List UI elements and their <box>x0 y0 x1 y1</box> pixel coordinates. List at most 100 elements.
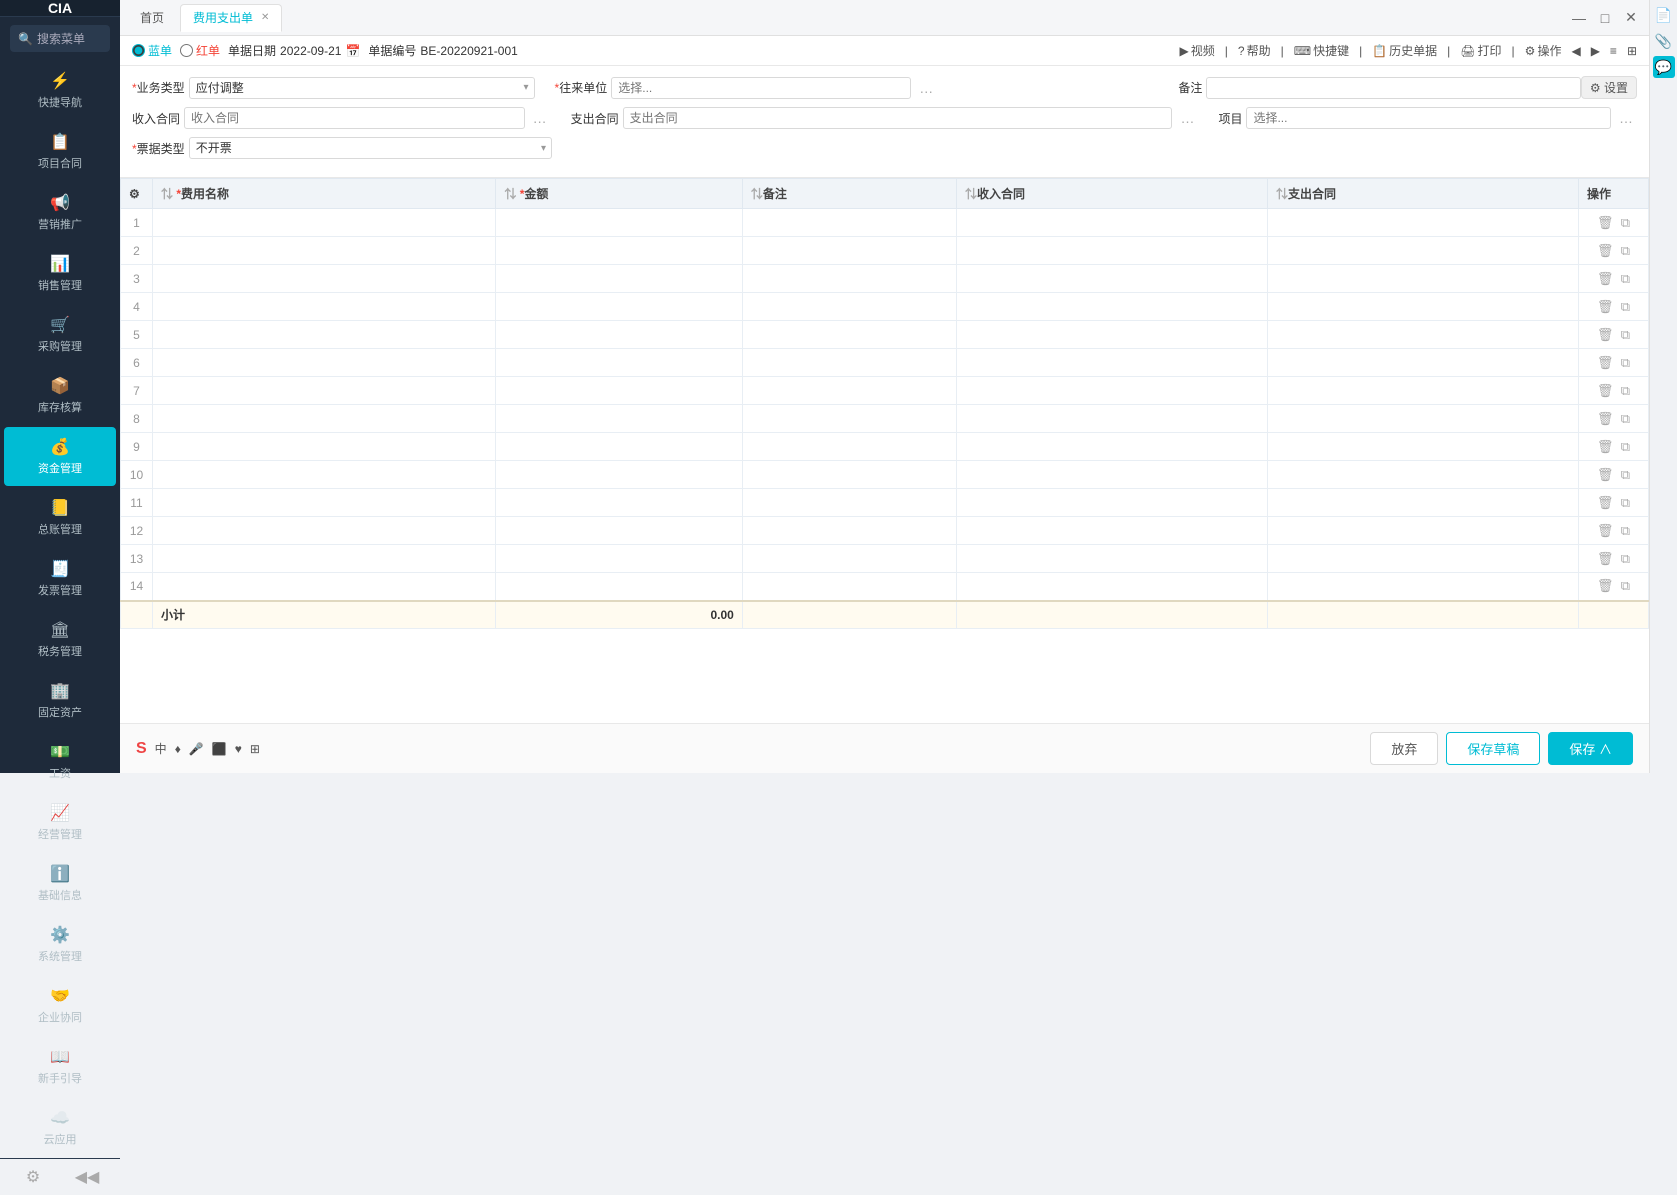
note-cell[interactable] <box>742 293 956 321</box>
amount-cell[interactable] <box>496 405 742 433</box>
note-cell[interactable] <box>742 489 956 517</box>
calendar-icon[interactable]: 📅 <box>345 44 360 58</box>
copy-row-btn[interactable]: ⧉ <box>1619 383 1632 399</box>
expense-name-cell[interactable] <box>153 265 496 293</box>
delete-row-btn[interactable]: 🗑 <box>1595 523 1616 539</box>
copy-row-btn[interactable]: ⧉ <box>1619 327 1632 343</box>
tool-diamond-btn[interactable]: ♦ <box>175 742 181 756</box>
tool-heart-btn[interactable]: ♥ <box>235 742 242 756</box>
invoice-type-select[interactable]: 不开票 <box>189 137 552 159</box>
edge-attach-btn[interactable]: 📎 <box>1653 30 1675 52</box>
income-contract-cell[interactable] <box>956 545 1267 573</box>
note-cell[interactable] <box>742 349 956 377</box>
note-input[interactable] <box>1206 77 1581 99</box>
income-contract-cell[interactable] <box>956 573 1267 601</box>
delete-row-btn[interactable]: 🗑 <box>1595 467 1616 483</box>
income-contract-cell[interactable] <box>956 517 1267 545</box>
income-contract-input[interactable] <box>184 107 525 129</box>
amount-cell[interactable] <box>496 321 742 349</box>
income-contract-cell[interactable] <box>956 209 1267 237</box>
amount-cell[interactable] <box>496 573 742 601</box>
expense-contract-cell[interactable] <box>1267 209 1578 237</box>
radio-red[interactable] <box>180 44 193 57</box>
project-dots-btn[interactable]: … <box>1615 110 1637 126</box>
copy-row-btn[interactable]: ⧉ <box>1619 243 1632 259</box>
sidebar-item-basic-info[interactable]: ℹ️ 基础信息 <box>4 854 116 913</box>
window-close-button[interactable]: ✕ <box>1621 8 1641 28</box>
amount-cell[interactable] <box>496 545 742 573</box>
delete-row-btn[interactable]: 🗑 <box>1595 383 1616 399</box>
sidebar-item-tax[interactable]: 🏛 税务管理 <box>4 610 116 669</box>
sidebar-item-fixed-assets[interactable]: 🏢 固定资产 <box>4 671 116 730</box>
income-contract-cell[interactable] <box>956 461 1267 489</box>
sidebar-item-quick-nav[interactable]: ⚡ 快捷导航 <box>4 61 116 120</box>
delete-row-btn[interactable]: 🗑 <box>1595 355 1616 371</box>
expense-name-cell[interactable] <box>153 405 496 433</box>
expense-name-cell[interactable] <box>153 461 496 489</box>
project-input[interactable] <box>1246 107 1611 129</box>
shortcut-btn[interactable]: ⌨ 快捷键 <box>1294 42 1349 59</box>
delete-row-btn[interactable]: 🗑 <box>1595 551 1616 567</box>
help-btn[interactable]: ? 帮助 <box>1238 42 1271 59</box>
settings-button[interactable]: ⚙ 设置 <box>1581 76 1637 99</box>
amount-cell[interactable] <box>496 349 742 377</box>
expense-contract-cell[interactable] <box>1267 545 1578 573</box>
note-cell[interactable] <box>742 237 956 265</box>
income-contract-cell[interactable] <box>956 293 1267 321</box>
note-cell[interactable] <box>742 265 956 293</box>
save-button[interactable]: 保存 ∧ <box>1548 732 1633 765</box>
amount-cell[interactable] <box>496 293 742 321</box>
sidebar-item-operations[interactable]: 📈 经营管理 <box>4 793 116 852</box>
delete-row-btn[interactable]: 🗑 <box>1595 327 1616 343</box>
copy-row-btn[interactable]: ⧉ <box>1619 523 1632 539</box>
sidebar-item-capital[interactable]: 💰 资金管理 <box>4 427 116 486</box>
sidebar-item-enterprise[interactable]: 🤝 企业协同 <box>4 976 116 1035</box>
expense-contract-cell[interactable] <box>1267 461 1578 489</box>
expense-name-cell[interactable] <box>153 489 496 517</box>
amount-cell[interactable] <box>496 265 742 293</box>
expense-name-cell[interactable] <box>153 321 496 349</box>
sidebar-item-system[interactable]: ⚙️ 系统管理 <box>4 915 116 974</box>
edge-chat-btn[interactable]: 💬 <box>1653 56 1675 78</box>
discard-button[interactable]: 放弃 <box>1370 732 1438 765</box>
amount-cell[interactable] <box>496 377 742 405</box>
note-cell[interactable] <box>742 573 956 601</box>
expense-name-cell[interactable] <box>153 293 496 321</box>
income-contract-cell[interactable] <box>956 321 1267 349</box>
radio-red-label[interactable]: 红单 <box>180 42 220 59</box>
delete-row-btn[interactable]: 🗑 <box>1595 578 1616 594</box>
expense-name-cell[interactable] <box>153 545 496 573</box>
expense-contract-cell[interactable] <box>1267 489 1578 517</box>
tab-expense[interactable]: 费用支出单 ✕ <box>180 4 282 32</box>
note-cell[interactable] <box>742 209 956 237</box>
history-btn[interactable]: 📋 历史单据 <box>1372 42 1437 59</box>
sidebar-volume-button[interactable]: ◀◀ <box>62 1167 112 1187</box>
expense-contract-cell[interactable] <box>1267 237 1578 265</box>
delete-row-btn[interactable]: 🗑 <box>1595 439 1616 455</box>
note-cell[interactable] <box>742 433 956 461</box>
print-btn[interactable]: 🖨 打印 <box>1460 42 1501 59</box>
business-type-select[interactable]: 应付调整 <box>189 77 535 99</box>
expense-name-cell[interactable] <box>153 517 496 545</box>
tool-grid-btn[interactable]: ⊞ <box>250 742 260 756</box>
note-cell[interactable] <box>742 545 956 573</box>
delete-row-btn[interactable]: 🗑 <box>1595 299 1616 315</box>
partner-dots-btn[interactable]: … <box>915 80 937 96</box>
delete-row-btn[interactable]: 🗑 <box>1595 215 1616 231</box>
copy-row-btn[interactable]: ⧉ <box>1619 215 1632 231</box>
view-grid-btn[interactable]: ⊞ <box>1627 44 1637 58</box>
amount-cell[interactable] <box>496 517 742 545</box>
tool-zhong-btn[interactable]: 中 <box>155 740 167 757</box>
expense-name-cell[interactable] <box>153 237 496 265</box>
sidebar-item-salary[interactable]: 💵 工资 <box>4 732 116 791</box>
sidebar-item-inventory[interactable]: 📦 库存核算 <box>4 366 116 425</box>
amount-cell[interactable] <box>496 237 742 265</box>
delete-row-btn[interactable]: 🗑 <box>1595 411 1616 427</box>
amount-cell[interactable] <box>496 461 742 489</box>
sidebar-settings-button[interactable]: ⚙ <box>8 1167 58 1187</box>
expense-contract-cell[interactable] <box>1267 349 1578 377</box>
copy-row-btn[interactable]: ⧉ <box>1619 271 1632 287</box>
expense-contract-dots-btn[interactable]: … <box>1176 110 1198 126</box>
expense-name-cell[interactable] <box>153 349 496 377</box>
income-contract-cell[interactable] <box>956 433 1267 461</box>
